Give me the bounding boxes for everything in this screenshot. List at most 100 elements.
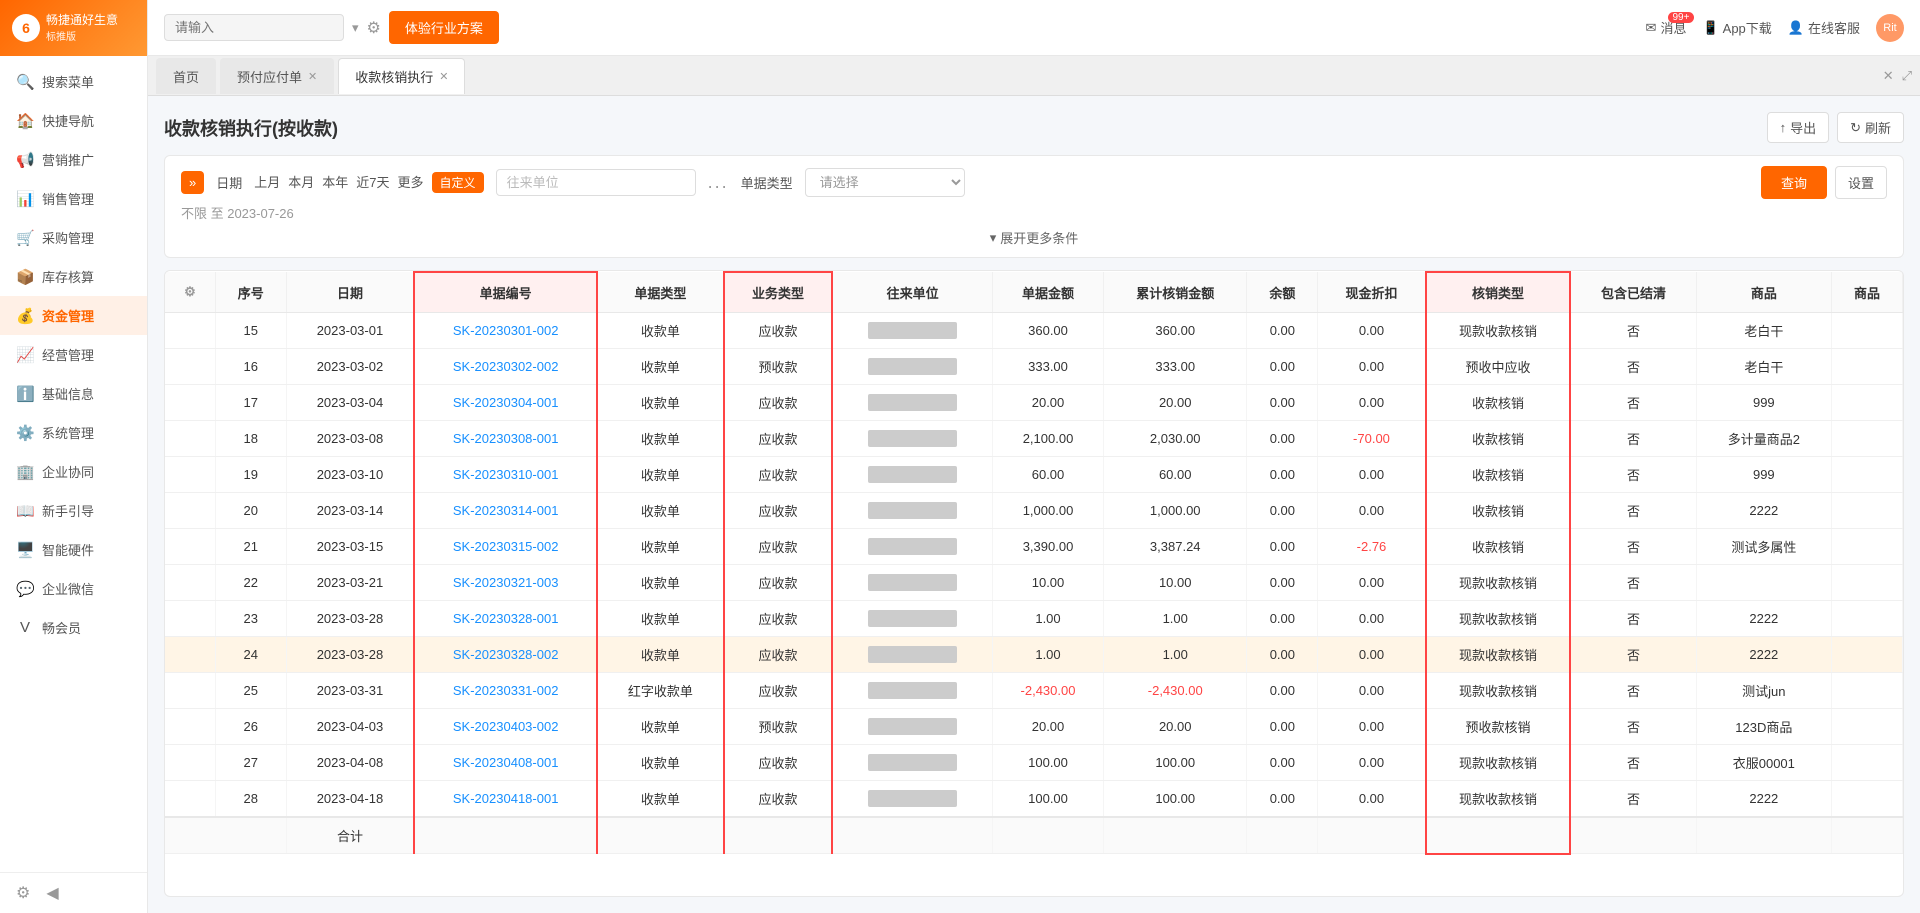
- table-row[interactable]: 16 2023-03-02 SK-20230302-002 收款单 预收款 ██…: [165, 349, 1903, 385]
- filter-settings-btn[interactable]: 设置: [1835, 166, 1887, 199]
- tab-close-all-icon[interactable]: ✕: [1883, 68, 1894, 84]
- order-link[interactable]: SK-20230310-001: [453, 467, 559, 482]
- sidebar-settings-icon[interactable]: ⚙: [16, 883, 30, 903]
- filter-expand-icon[interactable]: »: [181, 171, 204, 194]
- table-row[interactable]: 25 2023-03-31 SK-20230331-002 红字收款单 应收款 …: [165, 673, 1903, 709]
- td-order-no[interactable]: SK-20230321-003: [414, 565, 597, 601]
- td-write-off-type: 收款核销: [1426, 529, 1571, 565]
- td-order-no[interactable]: SK-20230418-001: [414, 781, 597, 818]
- sidebar-item-system[interactable]: ⚙️ 系统管理: [0, 413, 147, 452]
- order-link[interactable]: SK-20230315-002: [453, 539, 559, 554]
- td-counterpart: ████████: [832, 745, 992, 781]
- sidebar-item-basic[interactable]: ℹ️ 基础信息: [0, 374, 147, 413]
- order-link[interactable]: SK-20230328-001: [453, 611, 559, 626]
- table-row[interactable]: 23 2023-03-28 SK-20230328-001 收款单 应收款 ██…: [165, 601, 1903, 637]
- table-row[interactable]: 24 2023-03-28 SK-20230328-002 收款单 应收款 ██…: [165, 637, 1903, 673]
- online-service-btn[interactable]: 👤 在线客服: [1788, 18, 1860, 37]
- tab-prepay[interactable]: 预付应付单 ✕: [220, 58, 334, 94]
- table-row[interactable]: 21 2023-03-15 SK-20230315-002 收款单 应收款 ██…: [165, 529, 1903, 565]
- dropdown-icon[interactable]: ▾: [352, 20, 359, 36]
- sidebar-item-label: 经营管理: [42, 345, 94, 364]
- industry-btn[interactable]: 体验行业方案: [389, 11, 499, 44]
- breadcrumb-input[interactable]: [164, 14, 344, 41]
- date-custom[interactable]: 自定义: [432, 172, 484, 193]
- sidebar-item-sales[interactable]: 📊 销售管理: [0, 179, 147, 218]
- sidebar-item-enterprise[interactable]: 🏢 企业协同: [0, 452, 147, 491]
- table-row[interactable]: 17 2023-03-04 SK-20230304-001 收款单 应收款 ██…: [165, 385, 1903, 421]
- table-row[interactable]: 18 2023-03-08 SK-20230308-001 收款单 应收款 ██…: [165, 421, 1903, 457]
- sidebar-item-operations[interactable]: 📈 经营管理: [0, 335, 147, 374]
- td-cash-discount: 0.00: [1318, 709, 1426, 745]
- table-row[interactable]: 22 2023-03-21 SK-20230321-003 收款单 应收款 ██…: [165, 565, 1903, 601]
- td-order-no[interactable]: SK-20230408-001: [414, 745, 597, 781]
- tab-fullscreen-icon[interactable]: ⤢: [1902, 68, 1912, 84]
- th-gear[interactable]: ⚙: [165, 272, 215, 313]
- sidebar-item-wechat[interactable]: 💬 企业微信: [0, 569, 147, 608]
- order-link[interactable]: SK-20230304-001: [453, 395, 559, 410]
- tab-home[interactable]: 首页: [156, 58, 216, 94]
- td-write-off-type: 收款核销: [1426, 457, 1571, 493]
- date-more[interactable]: 更多: [398, 172, 424, 193]
- table-row[interactable]: 20 2023-03-14 SK-20230314-001 收款单 应收款 ██…: [165, 493, 1903, 529]
- order-link[interactable]: SK-20230408-001: [453, 755, 559, 770]
- sidebar-item-member[interactable]: V 畅会员: [0, 608, 147, 647]
- table-row[interactable]: 19 2023-03-10 SK-20230310-001 收款单 应收款 ██…: [165, 457, 1903, 493]
- sidebar-item-marketing[interactable]: 📢 营销推广: [0, 140, 147, 179]
- app-download-btn[interactable]: 📱 App下载: [1702, 18, 1771, 37]
- query-btn[interactable]: 查询: [1761, 166, 1827, 199]
- total-counterpart: [832, 817, 992, 854]
- export-btn[interactable]: ↑ 导出: [1767, 112, 1830, 143]
- order-link[interactable]: SK-20230331-002: [453, 683, 559, 698]
- td-order-no[interactable]: SK-20230331-002: [414, 673, 597, 709]
- order-link[interactable]: SK-20230403-002: [453, 719, 559, 734]
- sidebar-item-finance[interactable]: 💰 资金管理: [0, 296, 147, 335]
- bill-type-select[interactable]: 请选择: [805, 168, 965, 197]
- td-order-no[interactable]: SK-20230310-001: [414, 457, 597, 493]
- messages-btn[interactable]: ✉ 消息 99+: [1646, 18, 1687, 37]
- sidebar-item-guide[interactable]: 📖 新手引导: [0, 491, 147, 530]
- sidebar-item-inventory[interactable]: 📦 库存核算: [0, 257, 147, 296]
- order-link[interactable]: SK-20230302-002: [453, 359, 559, 374]
- td-counterpart: ████████: [832, 529, 992, 565]
- td-order-no[interactable]: SK-20230328-001: [414, 601, 597, 637]
- date-prev-month[interactable]: 上月: [254, 172, 280, 193]
- sidebar-collapse-icon[interactable]: ◀: [46, 883, 58, 903]
- table-row[interactable]: 28 2023-04-18 SK-20230418-001 收款单 应收款 ██…: [165, 781, 1903, 818]
- sidebar-item-purchase[interactable]: 🛒 采购管理: [0, 218, 147, 257]
- table-row[interactable]: 15 2023-03-01 SK-20230301-002 收款单 应收款 ██…: [165, 313, 1903, 349]
- date-this-month[interactable]: 本月: [288, 172, 314, 193]
- sidebar-item-quick-nav[interactable]: 🏠 快捷导航: [0, 101, 147, 140]
- table-row[interactable]: 26 2023-04-03 SK-20230403-002 收款单 预收款 ██…: [165, 709, 1903, 745]
- td-gear: [165, 349, 215, 385]
- td-order-no[interactable]: SK-20230304-001: [414, 385, 597, 421]
- order-link[interactable]: SK-20230314-001: [453, 503, 559, 518]
- date-7days[interactable]: 近7天: [356, 172, 389, 193]
- tab-prepay-close[interactable]: ✕: [308, 70, 317, 83]
- td-order-no[interactable]: SK-20230314-001: [414, 493, 597, 529]
- td-order-no[interactable]: SK-20230301-002: [414, 313, 597, 349]
- tab-collection[interactable]: 收款核销执行 ✕: [338, 58, 465, 94]
- counterpart-input[interactable]: [496, 169, 696, 196]
- td-order-no[interactable]: SK-20230315-002: [414, 529, 597, 565]
- td-order-no[interactable]: SK-20230302-002: [414, 349, 597, 385]
- order-link[interactable]: SK-20230308-001: [453, 431, 559, 446]
- expand-conditions-row[interactable]: ▾ 展开更多条件: [181, 228, 1887, 247]
- td-order-no[interactable]: SK-20230328-002: [414, 637, 597, 673]
- user-avatar[interactable]: Rit: [1876, 14, 1904, 42]
- sidebar-item-search[interactable]: 🔍 搜索菜单: [0, 62, 147, 101]
- sidebar-item-hardware[interactable]: 🖥️ 智能硬件: [0, 530, 147, 569]
- tab-collection-close[interactable]: ✕: [439, 70, 448, 83]
- order-link[interactable]: SK-20230418-001: [453, 791, 559, 806]
- refresh-btn[interactable]: ↻ 刷新: [1837, 112, 1904, 143]
- order-link[interactable]: SK-20230321-003: [453, 575, 559, 590]
- gear-icon[interactable]: ⚙: [367, 18, 381, 38]
- table-row[interactable]: 27 2023-04-08 SK-20230408-001 收款单 应收款 ██…: [165, 745, 1903, 781]
- td-write-off-type: 现款收款核销: [1426, 637, 1571, 673]
- td-order-no[interactable]: SK-20230403-002: [414, 709, 597, 745]
- date-this-year[interactable]: 本年: [322, 172, 348, 193]
- td-order-no[interactable]: SK-20230308-001: [414, 421, 597, 457]
- order-link[interactable]: SK-20230328-002: [453, 647, 559, 662]
- th-biz-type: 业务类型: [724, 272, 833, 313]
- order-link[interactable]: SK-20230301-002: [453, 323, 559, 338]
- topbar-right: ✉ 消息 99+ 📱 App下载 👤 在线客服 Rit: [1646, 14, 1904, 42]
